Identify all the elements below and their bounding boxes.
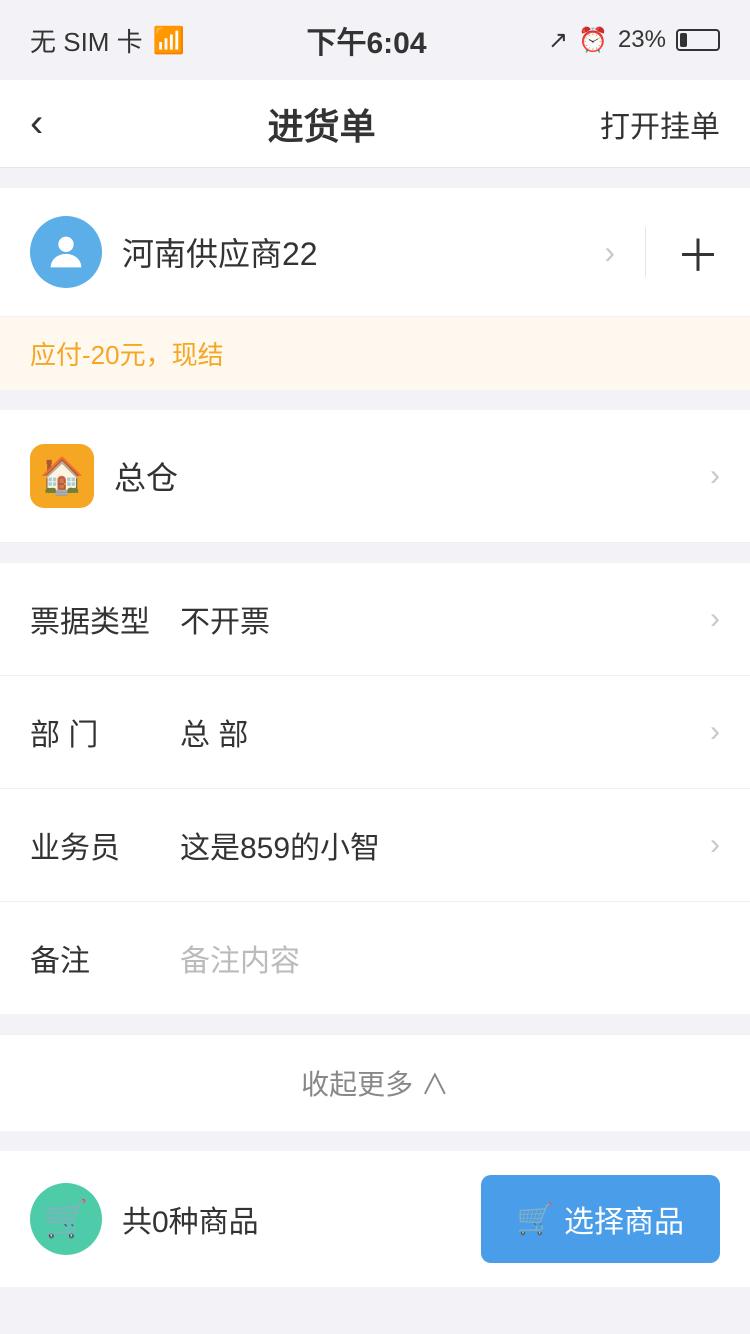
house-icon: 🏠 (40, 455, 85, 497)
add-supplier-button[interactable]: ＋ (676, 220, 720, 284)
form-card: 票据类型 不开票 › 部 门 总 部 › 业务员 这是859的小智 › 备注 备… (0, 563, 750, 1014)
notice-bar: 应付-20元，现结 (0, 317, 750, 390)
product-cart-icon: 🛒 (44, 1198, 89, 1240)
notice-text: 应付-20元，现结 (30, 340, 224, 370)
invoice-type-label: 票据类型 (30, 597, 150, 641)
location-icon: ↗ (548, 26, 568, 55)
main-content: 河南供应商22 › ＋ 应付-20元，现结 🏠 总仓 › 票据类型 不开票 › … (0, 168, 750, 1287)
department-label: 部 门 (30, 710, 150, 754)
product-icon-bg: 🛒 (30, 1183, 102, 1255)
product-bar: 🛒 共0种商品 🛒 选择商品 (0, 1151, 750, 1287)
select-product-button[interactable]: 🛒 选择商品 (481, 1175, 720, 1263)
supplier-name: 河南供应商22 (122, 229, 604, 275)
invoice-type-chevron-icon: › (710, 602, 720, 636)
collapse-label: 收起更多 ∧ (301, 1063, 449, 1103)
warehouse-label: 总仓 (114, 453, 710, 499)
remark-label: 备注 (30, 936, 150, 980)
status-carrier: 无 SIM 卡 📶 (30, 22, 185, 59)
person-icon (43, 229, 89, 275)
department-value: 总 部 (180, 710, 710, 754)
nav-bar: ‹ 进货单 打开挂单 (0, 80, 750, 168)
avatar (30, 216, 102, 288)
salesperson-value: 这是859的小智 (180, 823, 710, 867)
status-right: ↗ ⏰ 23% (548, 26, 720, 55)
supplier-chevron-icon: › (604, 234, 615, 271)
select-btn-label: 选择商品 (564, 1197, 684, 1241)
page-title: 进货单 (268, 98, 376, 150)
back-button[interactable]: ‹ (30, 101, 43, 146)
salesperson-label: 业务员 (30, 823, 150, 867)
supplier-card: 河南供应商22 › ＋ 应付-20元，现结 (0, 188, 750, 390)
salesperson-row[interactable]: 业务员 这是859的小智 › (0, 789, 750, 902)
status-bar: 无 SIM 卡 📶 下午6:04 ↗ ⏰ 23% (0, 0, 750, 80)
divider (645, 227, 646, 277)
open-pending-button[interactable]: 打开挂单 (600, 102, 720, 146)
wifi-icon: 📶 (153, 25, 185, 56)
select-btn-icon: 🛒 (517, 1202, 554, 1237)
invoice-type-row[interactable]: 票据类型 不开票 › (0, 563, 750, 676)
supplier-row[interactable]: 河南供应商22 › ＋ (0, 188, 750, 317)
invoice-type-value: 不开票 (180, 597, 710, 641)
department-chevron-icon: › (710, 715, 720, 749)
product-count-label: 共0种商品 (122, 1197, 481, 1241)
carrier-text: 无 SIM 卡 (30, 22, 143, 59)
status-time: 下午6:04 (306, 18, 426, 62)
battery-icon (676, 29, 720, 51)
collapse-row[interactable]: 收起更多 ∧ (0, 1034, 750, 1131)
remark-input[interactable]: 备注内容 (180, 936, 720, 980)
salesperson-chevron-icon: › (710, 828, 720, 862)
warehouse-row[interactable]: 🏠 总仓 › (0, 410, 750, 543)
department-row[interactable]: 部 门 总 部 › (0, 676, 750, 789)
alarm-icon: ⏰ (578, 26, 608, 55)
battery-percent: 23% (618, 26, 666, 54)
warehouse-chevron-icon: › (710, 459, 720, 493)
warehouse-icon-bg: 🏠 (30, 444, 94, 508)
remark-row[interactable]: 备注 备注内容 (0, 902, 750, 1014)
warehouse-card: 🏠 总仓 › (0, 410, 750, 543)
